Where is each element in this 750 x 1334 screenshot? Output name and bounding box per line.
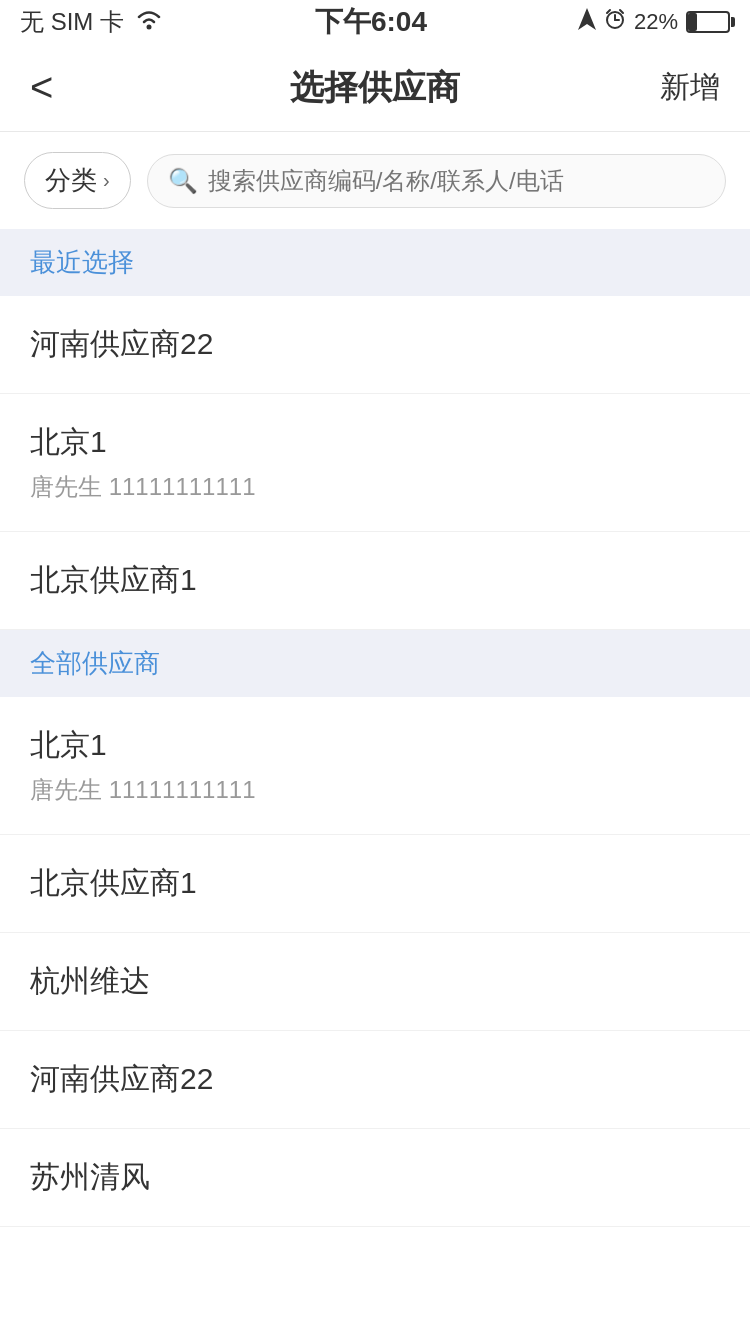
- search-box: 🔍: [147, 154, 726, 208]
- wifi-icon: [134, 8, 164, 36]
- status-right: 22%: [578, 8, 730, 36]
- item-name: 北京供应商1: [30, 560, 720, 601]
- list-item[interactable]: 河南供应商22: [0, 296, 750, 394]
- chevron-right-icon: ›: [103, 169, 110, 192]
- list-item[interactable]: 河南供应商22: [0, 1031, 750, 1129]
- item-name: 北京1: [30, 422, 720, 463]
- item-name: 杭州维达: [30, 961, 720, 1002]
- no-sim-label: 无 SIM 卡: [20, 6, 124, 38]
- search-input[interactable]: [208, 167, 705, 195]
- all-section-label: 全部供应商: [30, 648, 160, 678]
- category-label: 分类: [45, 163, 97, 198]
- list-item[interactable]: 北京1 唐先生 11111111111: [0, 697, 750, 835]
- location-icon: [578, 8, 596, 36]
- list-item[interactable]: 北京供应商1: [0, 532, 750, 630]
- status-bar: 无 SIM 卡 下午6:04 22%: [0, 0, 750, 44]
- status-time: 下午6:04: [315, 3, 427, 41]
- category-button[interactable]: 分类 ›: [24, 152, 131, 209]
- list-item[interactable]: 北京1 唐先生 11111111111: [0, 394, 750, 532]
- filter-row: 分类 › 🔍: [0, 132, 750, 229]
- recent-section-label: 最近选择: [30, 247, 134, 277]
- nav-title: 选择供应商: [290, 65, 460, 111]
- add-button[interactable]: 新增: [660, 67, 720, 108]
- all-section-header: 全部供应商: [0, 630, 750, 697]
- status-left: 无 SIM 卡: [20, 6, 164, 38]
- nav-bar: < 选择供应商 新增: [0, 44, 750, 132]
- battery-icon: [686, 11, 730, 33]
- list-item[interactable]: 苏州清风: [0, 1129, 750, 1227]
- recent-section-header: 最近选择: [0, 229, 750, 296]
- back-button[interactable]: <: [30, 65, 90, 110]
- item-detail: 唐先生 11111111111: [30, 471, 720, 503]
- list-item[interactable]: 杭州维达: [0, 933, 750, 1031]
- item-name: 北京供应商1: [30, 863, 720, 904]
- item-name: 北京1: [30, 725, 720, 766]
- search-icon: 🔍: [168, 167, 198, 195]
- recent-list: 河南供应商22 北京1 唐先生 11111111111 北京供应商1: [0, 296, 750, 630]
- item-name: 苏州清风: [30, 1157, 720, 1198]
- item-detail: 唐先生 11111111111: [30, 774, 720, 806]
- battery-percent: 22%: [634, 9, 678, 35]
- list-item[interactable]: 北京供应商1: [0, 835, 750, 933]
- all-list: 北京1 唐先生 11111111111 北京供应商1 杭州维达河南供应商22 苏州清风: [0, 697, 750, 1227]
- alarm-icon: [604, 8, 626, 36]
- item-name: 河南供应商22: [30, 324, 720, 365]
- svg-point-0: [147, 25, 152, 30]
- item-name: 河南供应商22: [30, 1059, 720, 1100]
